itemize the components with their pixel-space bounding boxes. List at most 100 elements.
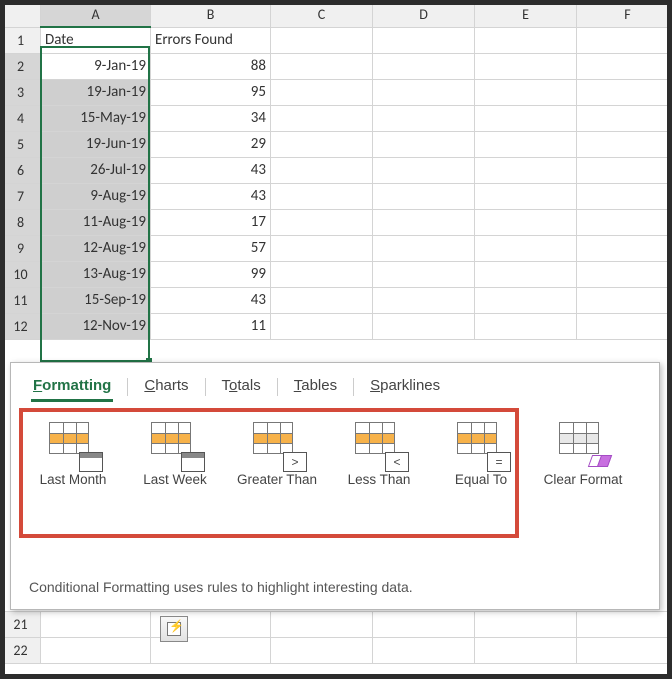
cell[interactable] xyxy=(577,53,672,79)
cell[interactable]: 13-Aug-19 xyxy=(41,261,151,287)
cell[interactable] xyxy=(475,209,577,235)
cell[interactable]: 19-Jun-19 xyxy=(41,131,151,157)
col-header-D[interactable]: D xyxy=(373,1,475,27)
cell[interactable] xyxy=(373,209,475,235)
cell[interactable] xyxy=(475,612,577,638)
row-header[interactable]: 21 xyxy=(1,612,41,638)
cell[interactable]: 26-Jul-19 xyxy=(41,157,151,183)
row-header[interactable]: 1 xyxy=(1,27,41,53)
cell[interactable] xyxy=(577,287,672,313)
cell[interactable] xyxy=(577,612,672,638)
cell[interactable] xyxy=(373,313,475,339)
row-header[interactable]: 2 xyxy=(1,53,41,79)
cell[interactable] xyxy=(373,27,475,53)
cell[interactable] xyxy=(475,183,577,209)
cell[interactable]: 15-Sep-19 xyxy=(41,287,151,313)
cell[interactable] xyxy=(41,638,151,664)
cell[interactable]: 12-Aug-19 xyxy=(41,235,151,261)
cell[interactable] xyxy=(271,287,373,313)
cell[interactable] xyxy=(271,209,373,235)
cell[interactable]: 15-May-19 xyxy=(41,105,151,131)
cell[interactable]: 34 xyxy=(151,105,271,131)
cell[interactable] xyxy=(373,53,475,79)
col-header-F[interactable]: F xyxy=(577,1,672,27)
cell[interactable] xyxy=(577,27,672,53)
cell[interactable]: 57 xyxy=(151,235,271,261)
cell[interactable] xyxy=(271,79,373,105)
row-header[interactable]: 4 xyxy=(1,105,41,131)
option-equal-to[interactable]: = Equal To xyxy=(437,422,525,489)
cell[interactable]: 9-Jan-19 xyxy=(41,53,151,79)
cell[interactable] xyxy=(373,183,475,209)
cell[interactable]: 43 xyxy=(151,157,271,183)
quick-analysis-button[interactable] xyxy=(160,616,188,642)
cell[interactable]: 19-Jan-19 xyxy=(41,79,151,105)
cell[interactable] xyxy=(475,313,577,339)
cell[interactable] xyxy=(271,313,373,339)
cell[interactable] xyxy=(577,131,672,157)
cell[interactable] xyxy=(271,183,373,209)
cell[interactable] xyxy=(373,261,475,287)
cell[interactable] xyxy=(475,53,577,79)
row-header[interactable]: 22 xyxy=(1,638,41,664)
cell[interactable] xyxy=(271,53,373,79)
cell[interactable] xyxy=(475,235,577,261)
cell[interactable] xyxy=(475,105,577,131)
cell[interactable] xyxy=(577,105,672,131)
cell[interactable] xyxy=(271,105,373,131)
cell[interactable] xyxy=(475,131,577,157)
tab-formatting[interactable]: Formatting xyxy=(23,371,121,402)
cell[interactable] xyxy=(373,612,475,638)
cell[interactable] xyxy=(271,261,373,287)
cell[interactable] xyxy=(577,313,672,339)
cell[interactable] xyxy=(373,287,475,313)
cell[interactable]: 29 xyxy=(151,131,271,157)
select-all-corner[interactable] xyxy=(1,1,41,27)
row-header[interactable]: 9 xyxy=(1,235,41,261)
cell[interactable] xyxy=(475,287,577,313)
cell[interactable] xyxy=(373,235,475,261)
cell[interactable]: 12-Nov-19 xyxy=(41,313,151,339)
cell[interactable] xyxy=(271,157,373,183)
tab-charts[interactable]: Charts xyxy=(134,371,198,402)
cell[interactable] xyxy=(271,27,373,53)
cell[interactable] xyxy=(373,131,475,157)
tab-tables[interactable]: Tables xyxy=(284,371,347,402)
cell[interactable]: Date xyxy=(41,27,151,53)
row-header[interactable]: 8 xyxy=(1,209,41,235)
col-header-C[interactable]: C xyxy=(271,1,373,27)
cell[interactable] xyxy=(41,612,151,638)
tab-totals[interactable]: Totals xyxy=(212,371,271,402)
option-last-month[interactable]: Last Month xyxy=(29,422,117,489)
cell[interactable] xyxy=(475,157,577,183)
cell[interactable] xyxy=(475,638,577,664)
cell[interactable] xyxy=(475,261,577,287)
option-last-week[interactable]: Last Week xyxy=(131,422,219,489)
col-header-B[interactable]: B xyxy=(151,1,271,27)
cell[interactable]: 43 xyxy=(151,183,271,209)
cell[interactable] xyxy=(271,612,373,638)
option-less-than[interactable]: < Less Than xyxy=(335,422,423,489)
cell[interactable]: 11 xyxy=(151,313,271,339)
cell[interactable]: 11-Aug-19 xyxy=(41,209,151,235)
cell[interactable] xyxy=(373,157,475,183)
cell[interactable] xyxy=(271,235,373,261)
row-header[interactable]: 3 xyxy=(1,79,41,105)
cell[interactable] xyxy=(475,79,577,105)
cell[interactable] xyxy=(577,235,672,261)
row-header[interactable]: 10 xyxy=(1,261,41,287)
cell[interactable]: 9-Aug-19 xyxy=(41,183,151,209)
col-header-A[interactable]: A xyxy=(41,1,151,27)
option-clear-format[interactable]: Clear Format xyxy=(539,422,627,489)
cell[interactable] xyxy=(577,79,672,105)
row-header[interactable]: 12 xyxy=(1,313,41,339)
cell[interactable]: 95 xyxy=(151,79,271,105)
cell[interactable]: 17 xyxy=(151,209,271,235)
cell[interactable] xyxy=(577,157,672,183)
row-header[interactable]: 6 xyxy=(1,157,41,183)
tab-sparklines[interactable]: Sparklines xyxy=(360,371,450,402)
cell[interactable] xyxy=(475,27,577,53)
option-greater-than[interactable]: > Greater Than xyxy=(233,422,321,489)
cell[interactable] xyxy=(577,183,672,209)
row-header[interactable]: 7 xyxy=(1,183,41,209)
